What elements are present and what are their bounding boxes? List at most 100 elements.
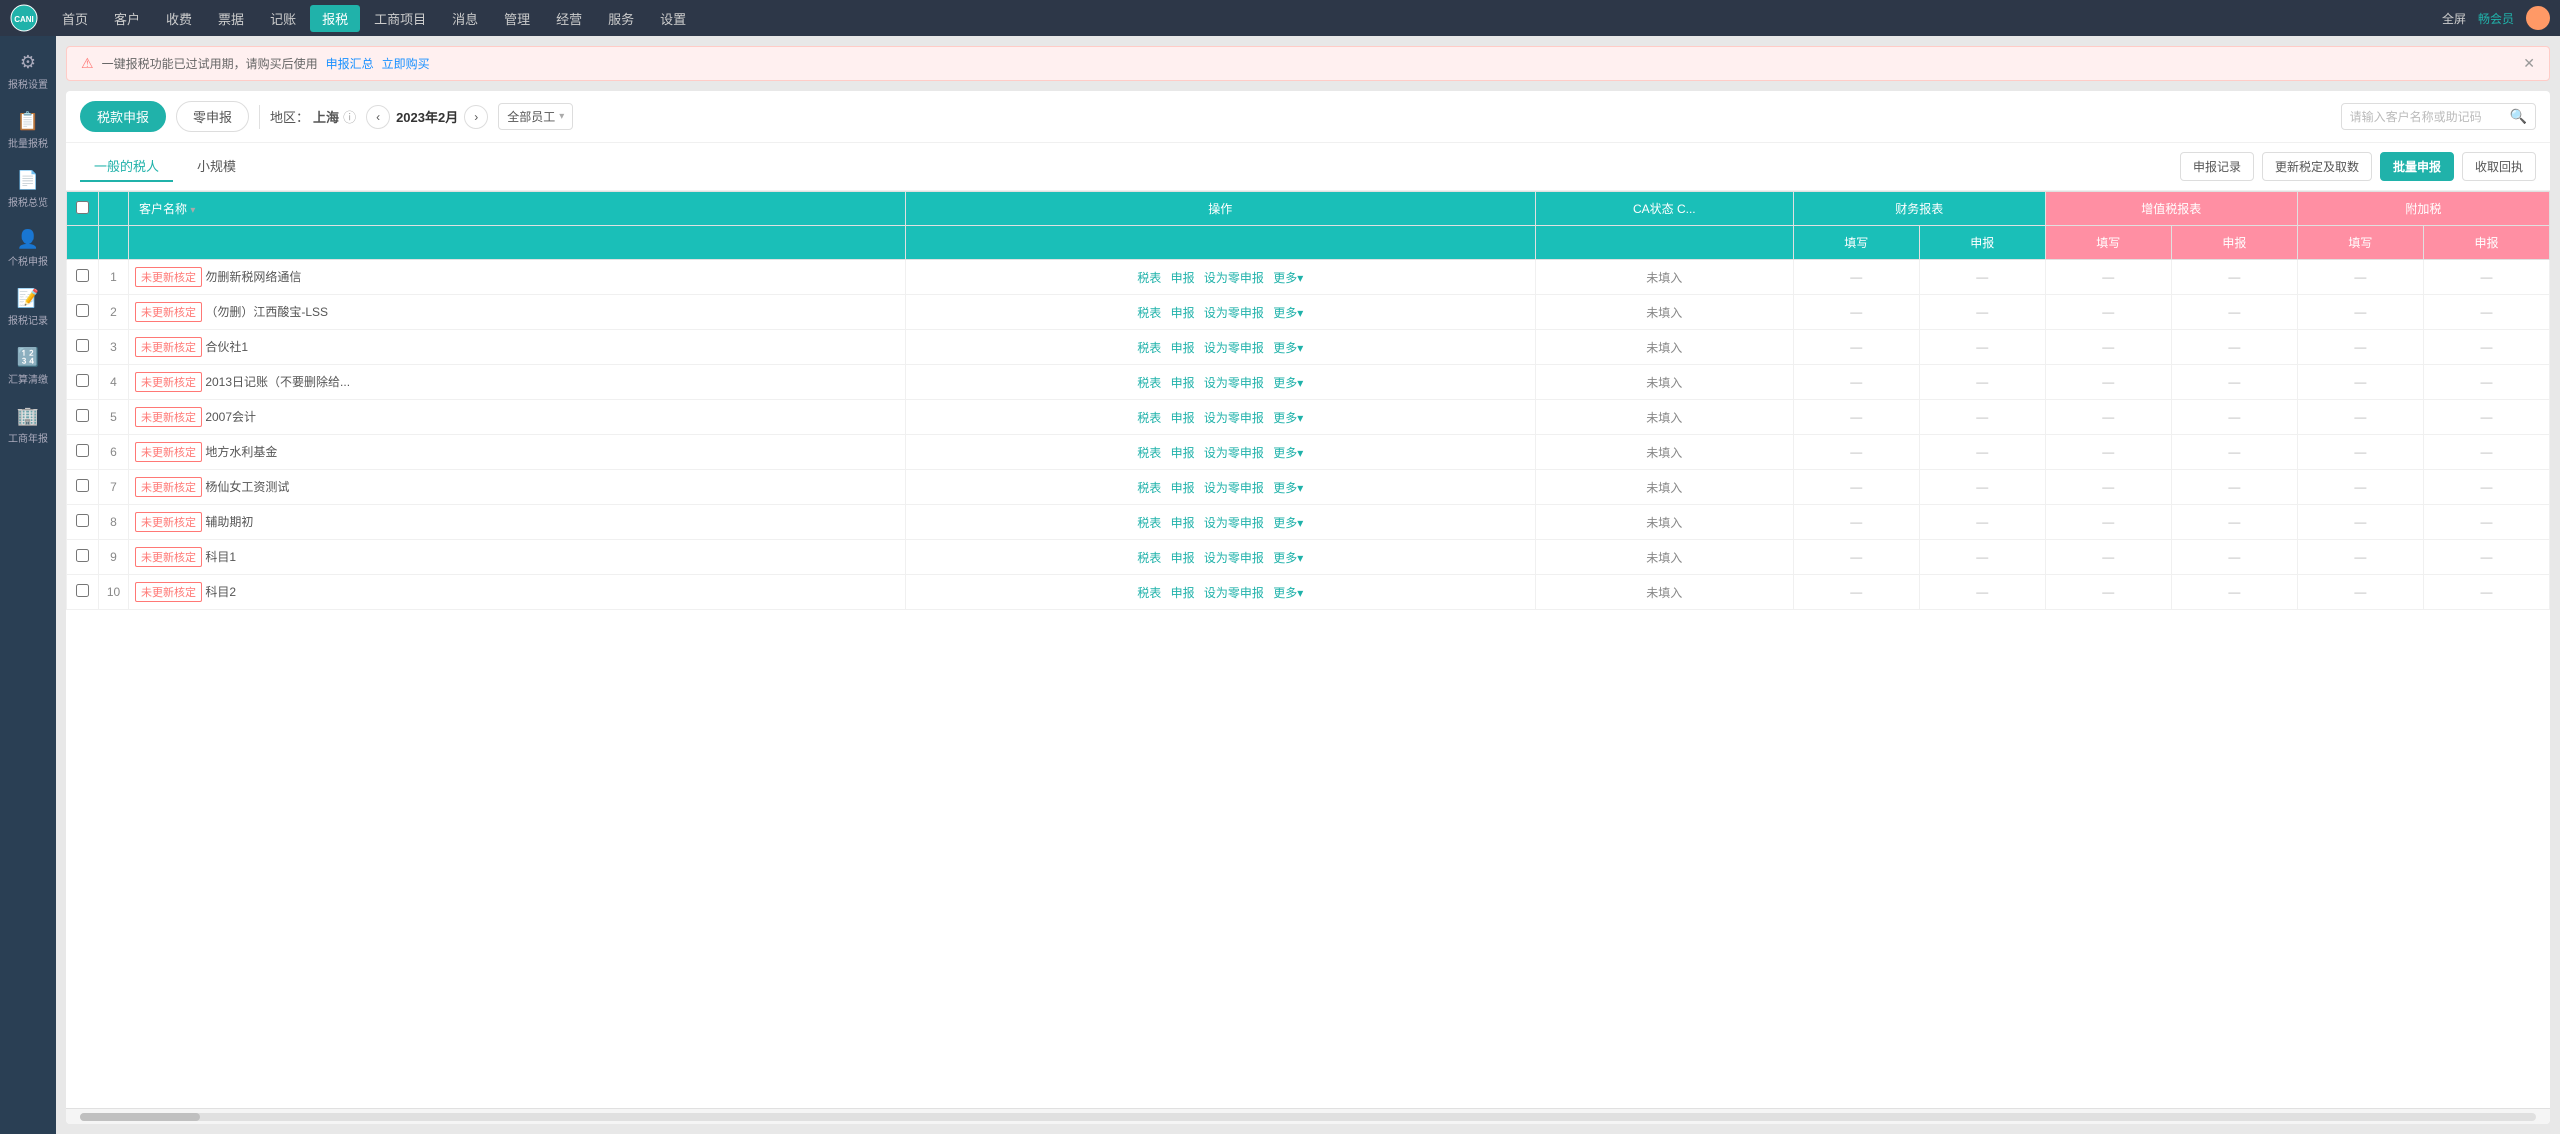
op-zero-3[interactable]: 设为零申报 <box>1204 376 1264 390</box>
sidebar-item-batch-tax[interactable]: 📋 批量报税 <box>3 103 53 158</box>
row-checkbox-8[interactable] <box>76 549 89 562</box>
op-more-7[interactable]: 更多▾ <box>1273 516 1303 530</box>
op-tax-table-6[interactable]: 税表 <box>1137 481 1161 495</box>
upgrade-btn[interactable]: 畅会员 <box>2478 10 2514 27</box>
op-zero-4[interactable]: 设为零申报 <box>1204 411 1264 425</box>
row-checkbox-1[interactable] <box>76 304 89 317</box>
sidebar-label-batch-tax: 批量报税 <box>8 135 48 150</box>
nav-settings[interactable]: 设置 <box>648 5 698 32</box>
op-declare-2[interactable]: 申报 <box>1171 341 1195 355</box>
op-tax-table-5[interactable]: 税表 <box>1137 446 1161 460</box>
row-checkbox-3[interactable] <box>76 374 89 387</box>
nav-manage[interactable]: 管理 <box>492 5 542 32</box>
nav-client[interactable]: 客户 <box>102 5 152 32</box>
notice-link-summary[interactable]: 申报汇总 <box>326 55 374 72</box>
op-tax-table-1[interactable]: 税表 <box>1137 306 1161 320</box>
op-zero-2[interactable]: 设为零申报 <box>1204 341 1264 355</box>
scroll-thumb[interactable] <box>80 1113 200 1121</box>
op-zero-8[interactable]: 设为零申报 <box>1204 551 1264 565</box>
op-zero-1[interactable]: 设为零申报 <box>1204 306 1264 320</box>
op-tax-table-4[interactable]: 税表 <box>1137 411 1161 425</box>
declaration-record-btn[interactable]: 申报记录 <box>2180 152 2254 181</box>
row-checkbox-4[interactable] <box>76 409 89 422</box>
op-declare-4[interactable]: 申报 <box>1171 411 1195 425</box>
nav-fee[interactable]: 收费 <box>154 5 204 32</box>
nav-message[interactable]: 消息 <box>440 5 490 32</box>
info-icon[interactable]: ⓘ <box>343 107 356 126</box>
row-checkbox-0[interactable] <box>76 269 89 282</box>
tab-zero-declaration[interactable]: 零申报 <box>176 101 249 132</box>
retrieve-receipt-btn[interactable]: 收取回执 <box>2462 152 2536 181</box>
op-more-9[interactable]: 更多▾ <box>1273 586 1303 600</box>
record-icon: 📝 <box>17 288 39 309</box>
user-avatar[interactable] <box>2526 6 2550 30</box>
staff-selector[interactable]: 全部员工 ▾ <box>498 103 573 130</box>
op-zero-9[interactable]: 设为零申报 <box>1204 586 1264 600</box>
op-tax-table-7[interactable]: 税表 <box>1137 516 1161 530</box>
row-checkbox-cell <box>67 400 99 435</box>
op-more-2[interactable]: 更多▾ <box>1273 341 1303 355</box>
op-more-6[interactable]: 更多▾ <box>1273 481 1303 495</box>
batch-declare-btn[interactable]: 批量申报 <box>2380 152 2454 181</box>
notice-close-btn[interactable]: ✕ <box>2523 55 2535 72</box>
tab-small-scale[interactable]: 小规模 <box>183 151 250 182</box>
row-checkbox-6[interactable] <box>76 479 89 492</box>
prev-month-btn[interactable]: ‹ <box>366 105 390 129</box>
op-more-5[interactable]: 更多▾ <box>1273 446 1303 460</box>
fullscreen-btn[interactable]: 全屏 <box>2442 10 2466 27</box>
op-tax-table-2[interactable]: 税表 <box>1137 341 1161 355</box>
row-client-name-6: 未更新核定 杨仙女工资测试 <box>129 470 906 505</box>
op-more-3[interactable]: 更多▾ <box>1273 376 1303 390</box>
op-tax-table-3[interactable]: 税表 <box>1137 376 1161 390</box>
search-icon[interactable]: 🔍 <box>2510 108 2527 125</box>
tab-general-taxpayer[interactable]: 一般的税人 <box>80 151 173 182</box>
notice-link-buy[interactable]: 立即购买 <box>382 55 430 72</box>
op-declare-9[interactable]: 申报 <box>1171 586 1195 600</box>
sidebar-item-tax-overview[interactable]: 📄 报税总览 <box>3 162 53 217</box>
row-vat-fill-4: — <box>2045 400 2171 435</box>
next-month-btn[interactable]: › <box>464 105 488 129</box>
op-more-8[interactable]: 更多▾ <box>1273 551 1303 565</box>
nav-ledger[interactable]: 记账 <box>258 5 308 32</box>
op-zero-7[interactable]: 设为零申报 <box>1204 516 1264 530</box>
row-checkbox-9[interactable] <box>76 584 89 597</box>
row-checkbox-7[interactable] <box>76 514 89 527</box>
row-checkbox-2[interactable] <box>76 339 89 352</box>
op-declare-0[interactable]: 申报 <box>1171 271 1195 285</box>
sidebar-item-annual-report[interactable]: 🏢 工商年报 <box>3 398 53 453</box>
search-input[interactable] <box>2350 110 2510 124</box>
nav-home[interactable]: 首页 <box>50 5 100 32</box>
row-add-rep-0: — <box>2423 260 2549 295</box>
op-declare-5[interactable]: 申报 <box>1171 446 1195 460</box>
row-checkbox-5[interactable] <box>76 444 89 457</box>
op-declare-7[interactable]: 申报 <box>1171 516 1195 530</box>
op-tax-table-8[interactable]: 税表 <box>1137 551 1161 565</box>
horizontal-scrollbar[interactable] <box>66 1108 2550 1124</box>
op-declare-6[interactable]: 申报 <box>1171 481 1195 495</box>
sort-icon[interactable]: ▾ <box>190 205 195 216</box>
op-zero-6[interactable]: 设为零申报 <box>1204 481 1264 495</box>
sidebar-item-settlement[interactable]: 🔢 汇算清缴 <box>3 339 53 394</box>
op-zero-0[interactable]: 设为零申报 <box>1204 271 1264 285</box>
op-declare-1[interactable]: 申报 <box>1171 306 1195 320</box>
op-tax-table-9[interactable]: 税表 <box>1137 586 1161 600</box>
op-more-0[interactable]: 更多▾ <box>1273 271 1303 285</box>
sidebar-item-tax-settings[interactable]: ⚙ 报税设置 <box>3 44 53 99</box>
tab-tax-declaration[interactable]: 税款申报 <box>80 101 166 132</box>
select-all-checkbox[interactable] <box>76 201 89 214</box>
nav-operation[interactable]: 经营 <box>544 5 594 32</box>
nav-invoice[interactable]: 票据 <box>206 5 256 32</box>
op-more-4[interactable]: 更多▾ <box>1273 411 1303 425</box>
op-declare-8[interactable]: 申报 <box>1171 551 1195 565</box>
op-tax-table-0[interactable]: 税表 <box>1137 271 1161 285</box>
row-ca-8: 未填入 <box>1535 540 1793 575</box>
sidebar-item-tax-record[interactable]: 📝 报税记录 <box>3 280 53 335</box>
nav-business[interactable]: 工商项目 <box>362 5 438 32</box>
op-zero-5[interactable]: 设为零申报 <box>1204 446 1264 460</box>
sidebar-item-personal-tax[interactable]: 👤 个税申报 <box>3 221 53 276</box>
op-more-1[interactable]: 更多▾ <box>1273 306 1303 320</box>
op-declare-3[interactable]: 申报 <box>1171 376 1195 390</box>
nav-service[interactable]: 服务 <box>596 5 646 32</box>
nav-tax[interactable]: 报税 <box>310 5 360 32</box>
update-data-btn[interactable]: 更新税定及取数 <box>2262 152 2372 181</box>
